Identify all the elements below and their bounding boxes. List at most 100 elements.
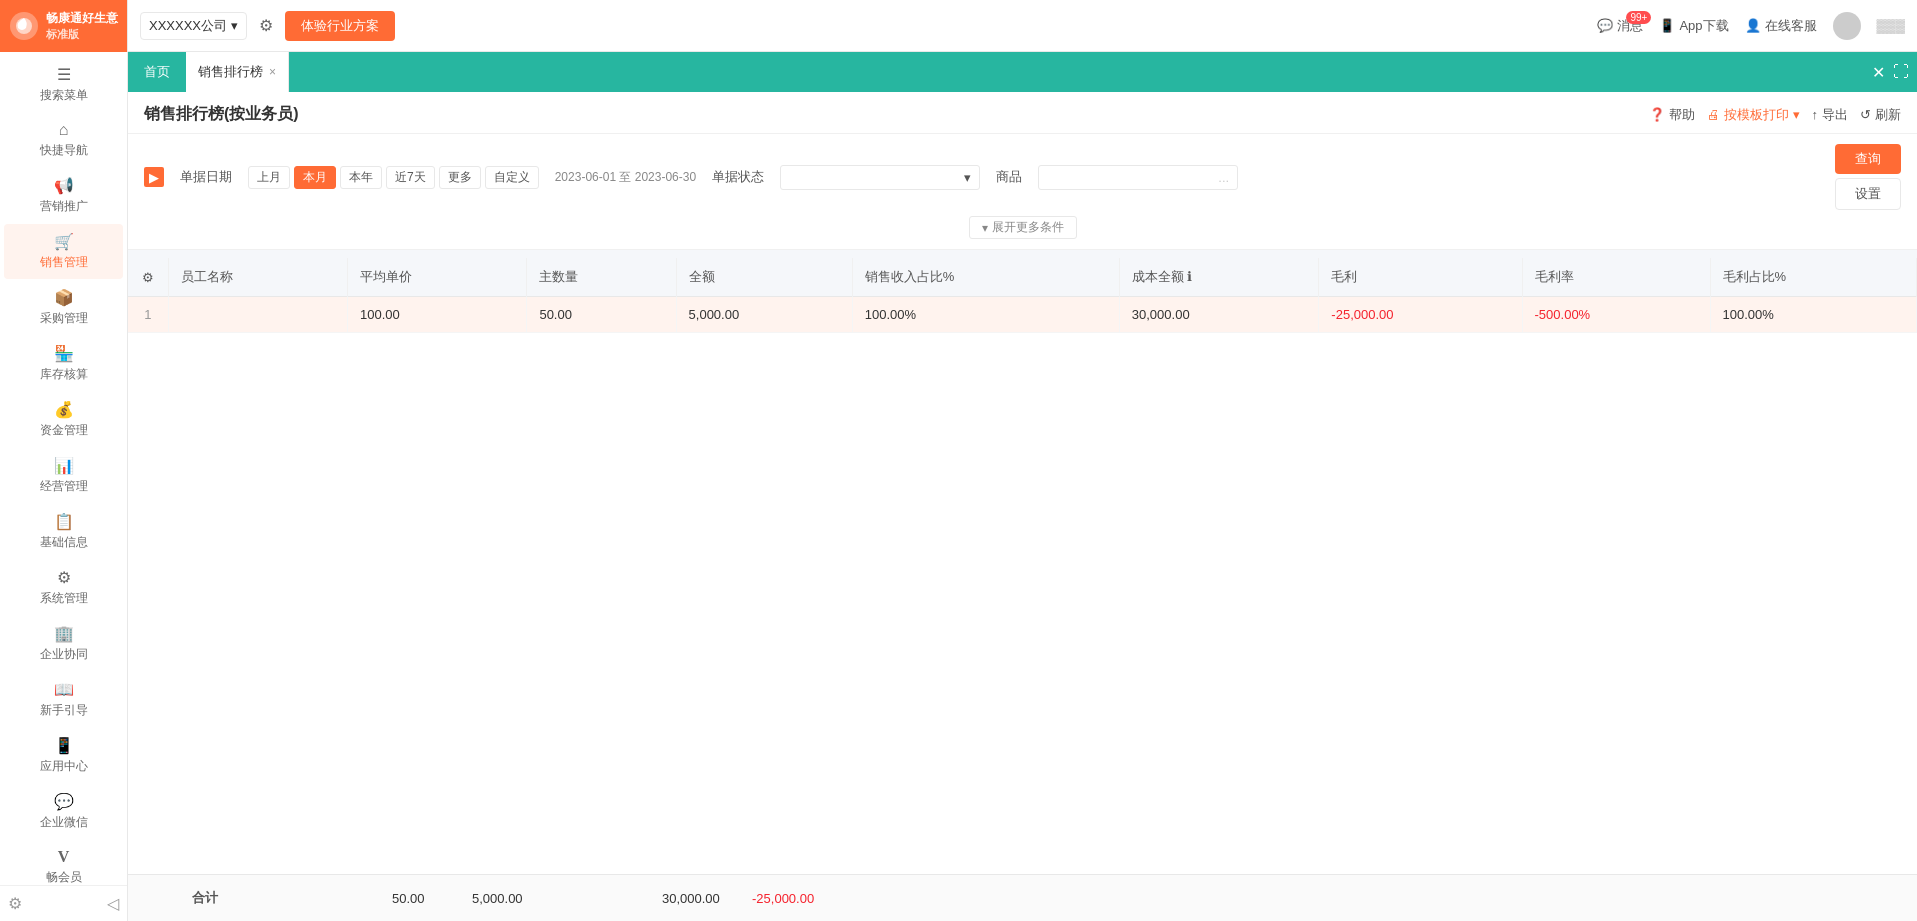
more-filter-icon: ... xyxy=(1218,170,1229,185)
expand-row: ▾ 展开更多条件 xyxy=(144,216,1901,239)
trial-button[interactable]: 体验行业方案 xyxy=(285,11,395,41)
sidebar-item-label: 新手引导 xyxy=(40,702,88,719)
company-name: XXXXXX公司 xyxy=(149,17,227,35)
sidebar-item-operations[interactable]: 📊 经营管理 xyxy=(4,448,123,503)
sidebar-item-shortcut[interactable]: ⌂ 快捷导航 xyxy=(4,113,123,167)
wechat-icon: 💬 xyxy=(54,792,74,811)
sidebar-item-finance[interactable]: 💰 资金管理 xyxy=(4,392,123,447)
sidebar-item-purchase[interactable]: 📦 采购管理 xyxy=(4,280,123,335)
home-icon: ⌂ xyxy=(59,121,69,139)
goods-filter-label: 商品 xyxy=(996,168,1022,186)
inventory-icon: 🏪 xyxy=(54,344,74,363)
sidebar-item-label: 销售管理 xyxy=(40,254,88,271)
date-btn-7days[interactable]: 近7天 xyxy=(386,166,435,189)
filter-right-buttons: 查询 设置 xyxy=(1835,144,1901,210)
sidebar-item-basic[interactable]: 📋 基础信息 xyxy=(4,504,123,559)
refresh-icon: ↺ xyxy=(1860,107,1871,122)
sidebar-item-guide[interactable]: 📖 新手引导 xyxy=(4,672,123,727)
sidebar-item-wechat[interactable]: 💬 企业微信 xyxy=(4,784,123,839)
sidebar-nav: ☰ 搜索菜单 ⌂ 快捷导航 📢 营销推广 🛒 销售管理 📦 采购管理 🏪 库存核… xyxy=(0,52,127,885)
cell-profit-rate: -500.00% xyxy=(1522,297,1710,333)
print-button[interactable]: 🖨 按模板打印 ▾ xyxy=(1707,106,1800,124)
sidebar-item-label: 资金管理 xyxy=(40,422,88,439)
sidebar-item-sales[interactable]: 🛒 销售管理 xyxy=(4,224,123,279)
logo-icon xyxy=(8,10,40,42)
cell-index: 1 xyxy=(128,297,168,333)
sidebar-item-enterprise[interactable]: 🏢 企业协同 xyxy=(4,616,123,671)
date-btn-this-year[interactable]: 本年 xyxy=(340,166,382,189)
date-btn-more[interactable]: 更多 xyxy=(439,166,481,189)
app-download-action[interactable]: 📱 App下载 xyxy=(1659,17,1728,35)
goods-input[interactable]: ... xyxy=(1038,165,1238,190)
expand-conditions-button[interactable]: ▾ 展开更多条件 xyxy=(969,216,1077,239)
sidebar-item-apps[interactable]: 📱 应用中心 xyxy=(4,728,123,783)
tab-sales-ranking[interactable]: 销售排行榜 × xyxy=(186,52,289,92)
sidebar-item-label: 企业微信 xyxy=(40,814,88,831)
user-avatar[interactable] xyxy=(1833,12,1861,40)
export-label: 导出 xyxy=(1822,106,1848,124)
close-tab-icon[interactable]: ✕ xyxy=(1872,63,1885,82)
col-sales-pct: 销售收入占比% xyxy=(852,258,1119,297)
col-settings[interactable]: ⚙ xyxy=(128,258,168,297)
app-name: 畅康通好生意 xyxy=(46,10,118,27)
app-logo: 畅康通好生意 标准版 xyxy=(0,0,127,52)
tab-close-icon[interactable]: × xyxy=(269,65,276,79)
tab-label: 销售排行榜 xyxy=(198,63,263,81)
sidebar-item-inventory[interactable]: 🏪 库存核算 xyxy=(4,336,123,391)
collapse-icon[interactable]: ◁ xyxy=(107,894,119,913)
maximize-icon[interactable]: ⛶ xyxy=(1893,63,1909,81)
sales-icon: 🛒 xyxy=(54,232,74,251)
company-selector[interactable]: XXXXXX公司 ▾ xyxy=(140,12,247,40)
col-profit-pct: 毛利占比% xyxy=(1710,258,1916,297)
sidebar-item-label: 采购管理 xyxy=(40,310,88,327)
date-btn-this-month[interactable]: 本月 xyxy=(294,166,336,189)
system-icon: ⚙ xyxy=(57,568,71,587)
sidebar-item-label: 系统管理 xyxy=(40,590,88,607)
export-button[interactable]: ↑ 导出 xyxy=(1812,106,1849,124)
filter-area: ▶ 单据日期 上月 本月 本年 近7天 更多 自定义 2023-06-01 至 … xyxy=(128,134,1917,250)
expand-icon: ▾ xyxy=(982,221,988,235)
date-buttons: 上月 本月 本年 近7天 更多 自定义 xyxy=(248,166,539,189)
page-actions: ❓ 帮助 🖨 按模板打印 ▾ ↑ 导出 ↺ 刷新 xyxy=(1649,106,1902,124)
expand-label: 展开更多条件 xyxy=(992,219,1064,236)
sidebar-item-marketing[interactable]: 📢 营销推广 xyxy=(4,168,123,223)
online-service-label: 在线客服 xyxy=(1765,17,1817,35)
query-button[interactable]: 查询 xyxy=(1835,144,1901,174)
sidebar-item-system[interactable]: ⚙ 系统管理 xyxy=(4,560,123,615)
tab-home[interactable]: 首页 xyxy=(128,52,186,92)
online-service-action[interactable]: 👤 在线客服 xyxy=(1745,17,1817,35)
filter-toggle-icon[interactable]: ▶ xyxy=(144,167,164,187)
marketing-icon: 📢 xyxy=(54,176,74,195)
status-select[interactable]: ▾ xyxy=(780,165,980,190)
set-button[interactable]: 设置 xyxy=(1835,178,1901,210)
col-profit: 毛利 xyxy=(1319,258,1522,297)
footer-label: 合计 xyxy=(180,883,300,913)
chevron-down-icon: ▾ xyxy=(231,18,238,33)
date-btn-last-month[interactable]: 上月 xyxy=(248,166,290,189)
export-icon: ↑ xyxy=(1812,107,1819,122)
page-content: 销售排行榜(按业务员) ❓ 帮助 🖨 按模板打印 ▾ ↑ 导出 ↺ 刷新 xyxy=(128,92,1917,921)
settings-bottom-icon[interactable]: ⚙ xyxy=(8,894,22,913)
sidebar-item-member[interactable]: V 畅会员 xyxy=(4,840,123,885)
sidebar-item-label: 企业协同 xyxy=(40,646,88,663)
footer-cost: 30,000.00 xyxy=(650,885,740,912)
refresh-button[interactable]: ↺ 刷新 xyxy=(1860,106,1901,124)
message-action[interactable]: 💬 消息 99+ xyxy=(1597,17,1643,35)
app-download-label: App下载 xyxy=(1679,17,1728,35)
date-btn-custom[interactable]: 自定义 xyxy=(485,166,539,189)
cell-avg-price: 100.00 xyxy=(347,297,526,333)
sidebar-item-search[interactable]: ☰ 搜索菜单 xyxy=(4,57,123,112)
page-title: 销售排行榜(按业务员) xyxy=(144,104,299,125)
apps-icon: 📱 xyxy=(54,736,74,755)
footer-main-qty: 50.00 xyxy=(380,885,460,912)
purchase-icon: 📦 xyxy=(54,288,74,307)
main-area: XXXXXX公司 ▾ ⚙ 体验行业方案 💬 消息 99+ 📱 App下载 👤 在… xyxy=(128,0,1917,921)
settings-icon[interactable]: ⚙ xyxy=(255,12,277,39)
download-icon: 📱 xyxy=(1659,18,1675,33)
col-avg-price: 平均单价 xyxy=(347,258,526,297)
print-label: 按模板打印 xyxy=(1724,106,1789,124)
message-badge: 99+ xyxy=(1626,11,1651,24)
help-button[interactable]: ❓ 帮助 xyxy=(1649,106,1695,124)
cell-name xyxy=(168,297,347,333)
enterprise-icon: 🏢 xyxy=(54,624,74,643)
